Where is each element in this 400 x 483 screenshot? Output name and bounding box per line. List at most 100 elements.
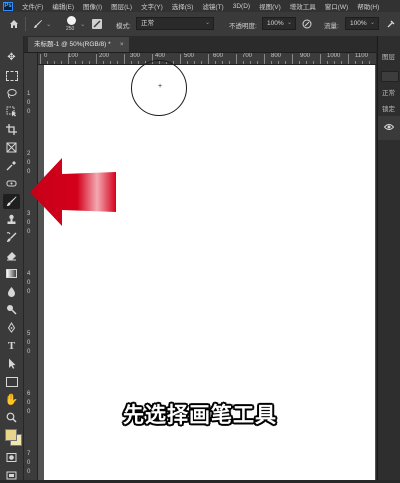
ruler-tick [208,54,209,64]
crop-tool-icon[interactable] [3,122,20,137]
quick-mask-icon[interactable] [3,450,20,465]
ruler-tick [278,61,279,64]
type-tool-icon[interactable]: T [3,338,20,353]
path-select-tool-icon[interactable] [3,356,20,371]
clone-stamp-tool-icon[interactable] [3,212,20,227]
ruler-tick [243,61,244,64]
brush-preset-icon[interactable] [33,19,43,29]
blur-tool-icon[interactable] [3,284,20,299]
brush-tip-icon[interactable] [67,16,76,25]
menu-file[interactable]: 文件(F) [22,1,43,11]
menu-plugins[interactable]: 增效工具 [290,1,316,11]
screen-mode-icon[interactable] [3,468,20,483]
chevron-down-icon: ⌄ [204,20,210,26]
pen-tool-icon[interactable] [3,320,20,335]
eraser-tool-icon[interactable] [3,248,20,263]
gradient-tool-icon[interactable] [3,266,20,281]
ruler-label: 4 [27,271,31,277]
ruler-label: 0 [27,289,31,295]
menu-type[interactable]: 文字(Y) [141,1,163,11]
ruler-label: 1 [27,91,31,97]
close-icon[interactable]: × [120,37,124,52]
menu-window[interactable]: 窗口(W) [325,1,348,11]
menu-3d[interactable]: 3D(D) [233,3,250,10]
ruler-tick [40,54,41,64]
airbrush-icon[interactable] [386,19,396,29]
menu-help[interactable]: 帮助(H) [357,1,379,11]
menu-image[interactable]: 图像(I) [83,1,102,11]
chevron-down-icon[interactable]: ⌄ [80,20,85,28]
blend-mode-select[interactable]: 正常 [382,87,395,97]
flow-label: 流量: [324,23,339,30]
brush-tool-icon[interactable] [3,194,20,209]
ruler-label: 500 [184,53,195,59]
ruler-tick [257,61,258,64]
ruler-tick [299,61,300,64]
opacity-input[interactable]: 100% ⌄ [262,17,296,30]
ruler-tick [61,61,62,64]
ruler-tick [131,61,132,64]
document-tab[interactable]: 未标题-1 @ 50%(RGB/8) * × [28,37,129,52]
options-bar: ⌄ 250 ⌄ 模式: 正常 ⌄ 不透明度: 100% ⌄ 流量: 100% ⌄ [0,12,400,37]
ruler-tick [110,61,111,64]
ruler-label: 0 [27,469,31,475]
ruler-tick [222,61,223,64]
ruler-tick [229,61,230,64]
ruler-tick [89,61,90,64]
subtitle-caption: 先选择画笔工具 [123,404,277,427]
history-brush-tool-icon[interactable] [3,230,20,245]
mode-value: 正常 [141,20,154,27]
menu-view[interactable]: 视图(V) [259,1,281,11]
brush-settings-icon[interactable] [92,19,102,29]
frame-tool-icon[interactable] [3,140,20,155]
ruler-tick [68,54,69,64]
ruler-label: 200 [99,53,110,59]
ruler-label: 0 [27,100,31,106]
home-icon[interactable] [9,19,19,29]
spot-healing-tool-icon[interactable] [3,176,20,191]
menu-filter[interactable]: 滤镜(T) [202,1,223,11]
foreground-color-swatch[interactable] [5,429,17,441]
ruler-label: 0 [44,53,48,59]
ruler-tick [271,61,272,64]
ruler-label: 7 [27,451,31,457]
layer-filter-field[interactable] [381,71,399,82]
lasso-tool-icon[interactable] [3,86,20,101]
chevron-down-icon: ⌄ [369,20,375,26]
ruler-tick [292,54,293,64]
ruler-label: 100 [68,53,79,59]
layers-panel-header[interactable]: 图层 [382,51,395,61]
ruler-label: 900 [300,53,311,59]
layer-row[interactable] [378,116,400,140]
brush-size-value: 250 [66,26,75,32]
eye-icon[interactable] [384,123,394,131]
menu-edit[interactable]: 编辑(E) [52,1,74,11]
red-arrow-pointer [30,158,116,226]
chevron-down-icon[interactable]: ⌄ [46,20,51,28]
move-tool-icon[interactable]: ✥ [3,50,20,65]
pressure-opacity-icon[interactable] [302,19,312,29]
ruler-tick [124,54,125,64]
flow-value: 100% [350,20,367,27]
ruler-tick [362,61,363,64]
marquee-tool-icon[interactable] [3,68,20,83]
opacity-value: 100% [267,20,284,27]
ruler-label: 1100 [355,53,368,59]
menu-layer[interactable]: 图层(L) [111,1,132,11]
mode-select[interactable]: 正常 ⌄ [136,17,214,30]
object-select-tool-icon[interactable] [3,104,20,119]
ruler-label: 800 [271,53,282,59]
dodge-tool-icon[interactable] [3,302,20,317]
horizontal-ruler[interactable]: 0 100 200 300 400 500 600 700 800 900 10… [37,53,376,65]
eyedropper-tool-icon[interactable] [3,158,20,173]
rectangle-tool-icon[interactable] [3,374,20,389]
ruler-tick [355,61,356,64]
flow-input[interactable]: 100% ⌄ [345,17,379,30]
ruler-label: 0 [27,340,31,346]
ruler-label: 600 [213,53,224,59]
ruler-tick [201,61,202,64]
menu-select[interactable]: 选择(S) [172,1,194,11]
ruler-tick [264,54,265,64]
mode-label: 模式: [116,23,131,30]
photoshop-logo-icon[interactable]: Ps [3,1,13,11]
